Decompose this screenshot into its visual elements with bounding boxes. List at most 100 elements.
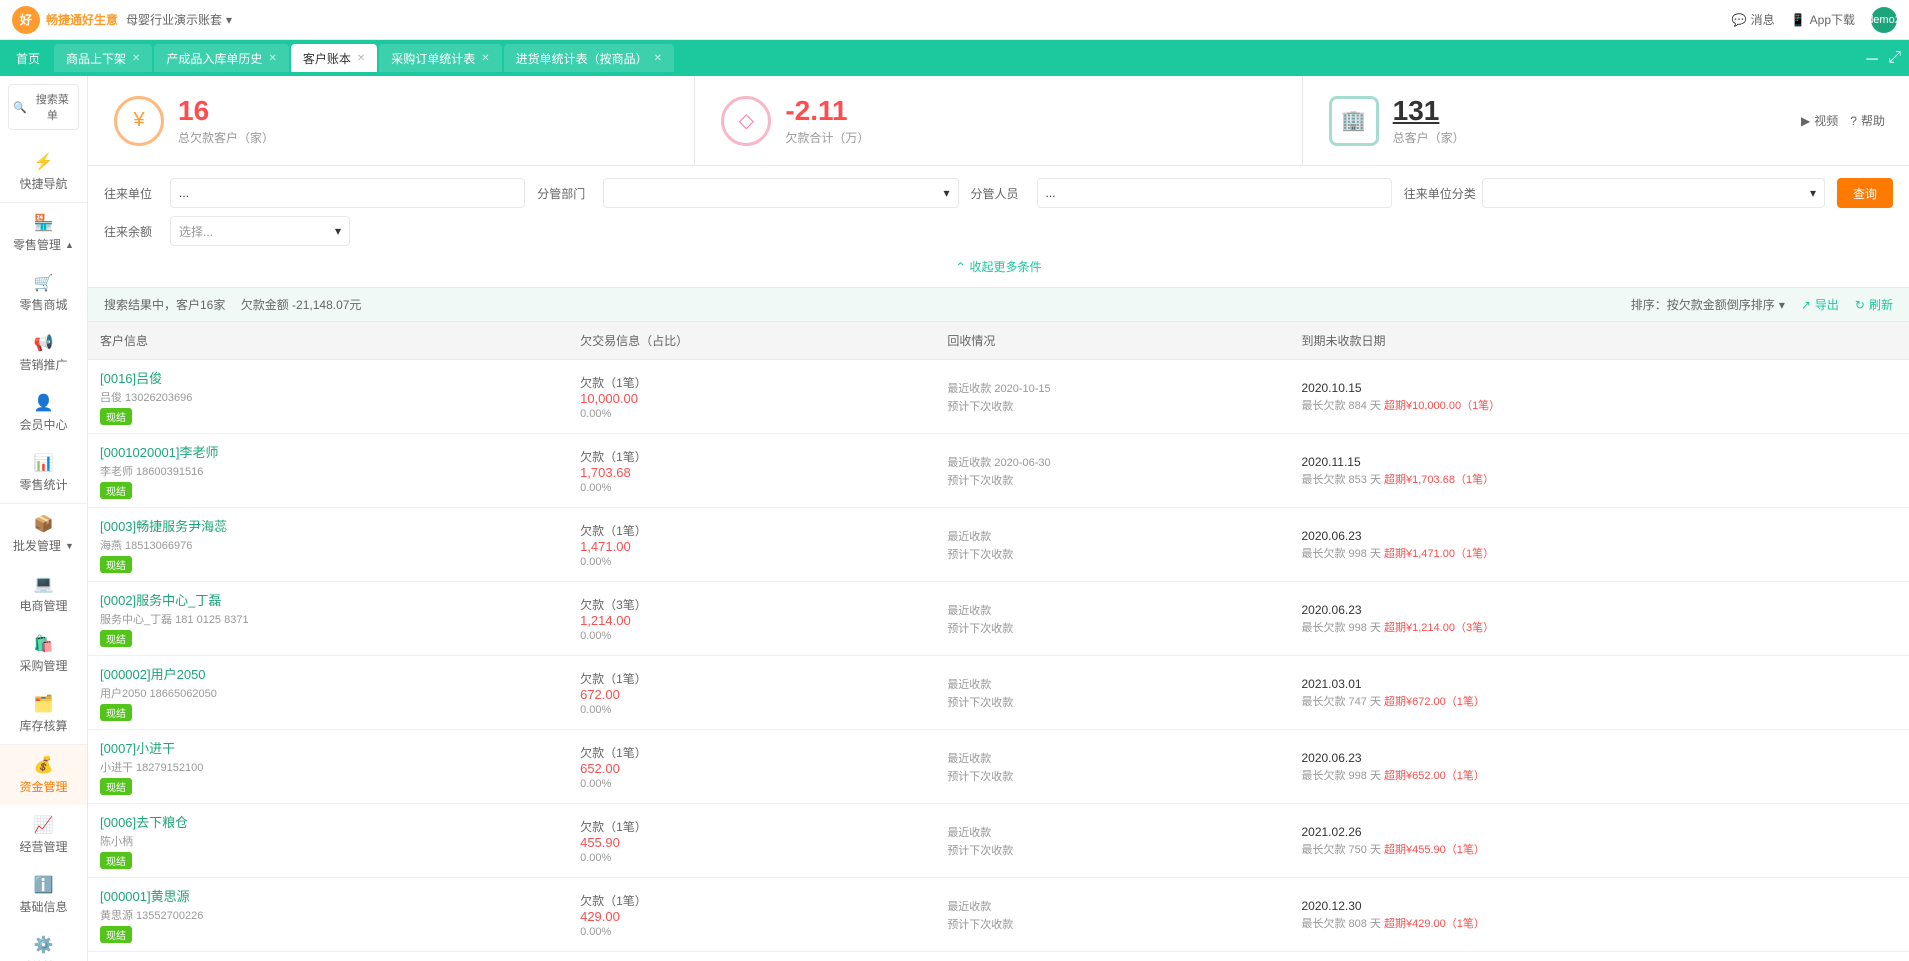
debt-amount-4[interactable]: 672.00 [580, 687, 923, 702]
sidebar-item-finance[interactable]: 💰 资金管理 [0, 745, 87, 805]
logo-text: 畅捷通好生意 [46, 11, 118, 28]
export-icon: ↗ [1801, 298, 1811, 312]
debt-count-3: 欠款（3笔） [580, 596, 923, 613]
sidebar-item-batch-manage[interactable]: 📦 批发管理 ▼ [0, 504, 87, 564]
due-date-cell: 2021.02.26 最长欠款 750 天 超期¥455.90（1笔） [1289, 804, 1909, 878]
tab-product-history[interactable]: 产成品入库单历史 ✕ [154, 44, 288, 72]
refresh-button[interactable]: ↻ 刷新 [1855, 296, 1893, 313]
tab-close-purchase-order[interactable]: ✕ [481, 53, 489, 64]
chevron-batch-icon: ▼ [65, 541, 74, 551]
sidebar-item-operations[interactable]: 📈 经营管理 [0, 805, 87, 865]
message-button[interactable]: 💬 消息 [1732, 11, 1775, 28]
filter-balance: 往来余额 选择... ▾ [104, 216, 1893, 246]
total-customers-number[interactable]: 131 [1393, 95, 1465, 127]
sidebar-item-system[interactable]: ⚙️ 系统管理 [0, 925, 87, 961]
unit-category-select[interactable]: ▾ [1482, 178, 1825, 208]
overdue-link-2[interactable]: 超期¥1,471.00（1笔） [1384, 548, 1494, 560]
sidebar-item-inventory[interactable]: 🗂️ 库存核算 [0, 684, 87, 744]
overdue-link-1[interactable]: 超期¥1,703.68（1笔） [1384, 474, 1494, 486]
due-date-cell: 2020.10.15 最长欠款 884 天 超期¥10,000.00（1笔） [1289, 360, 1909, 434]
overdue-link-5[interactable]: 超期¥652.00（1笔） [1384, 770, 1485, 782]
tab-purchase-stats[interactable]: 进货单统计表（按商品） ✕ [504, 44, 674, 72]
dept-select[interactable]: ▾ [603, 178, 958, 208]
overdue-link-6[interactable]: 超期¥455.90（1笔） [1384, 844, 1485, 856]
customer-name-6[interactable]: [0006]去下粮仓 [100, 812, 556, 831]
customer-contact-3: 服务中心_丁磊 181 0125 8371 [100, 611, 556, 627]
next-collect-3: 预计下次收款 [947, 620, 1277, 636]
tenant-select[interactable]: 母婴行业演示账套 ▾ [126, 11, 232, 28]
debt-amount-1[interactable]: 1,703.68 [580, 465, 923, 480]
debt-customers-number[interactable]: 16 [178, 95, 274, 127]
sidebar-item-retail-stats[interactable]: 📊 零售统计 [0, 443, 87, 503]
customer-info-cell: [0001020001]李老师 李老师 18600391516 现结 [88, 434, 568, 508]
debt-amount-5[interactable]: 652.00 [580, 761, 923, 776]
view-video-button[interactable]: ▶ 视频 [1801, 112, 1838, 129]
inventory-icon: 🗂️ [34, 694, 54, 714]
person-input[interactable]: ... [1037, 178, 1392, 208]
tab-maximize-button[interactable]: ⤢ [1888, 49, 1901, 67]
sidebar-item-retail-store[interactable]: 🛒 零售商城 [0, 263, 87, 323]
sidebar-item-marketing[interactable]: 📢 营销推广 [0, 323, 87, 383]
tab-customer-account[interactable]: 客户账本 ✕ [291, 44, 377, 72]
customer-name-0[interactable]: [0016]吕俊 [100, 368, 556, 387]
export-button[interactable]: ↗ 导出 [1801, 296, 1839, 313]
tab-close-customer-account[interactable]: ✕ [357, 53, 365, 64]
debt-ratio-0: 0.00% [580, 408, 923, 420]
overdue-link-4[interactable]: 超期¥672.00（1笔） [1384, 696, 1485, 708]
recent-collect-7: 最近收款 [947, 898, 1277, 914]
collapse-button[interactable]: ⌃ 收起更多条件 [955, 258, 1041, 275]
customer-name-1[interactable]: [0001020001]李老师 [100, 442, 556, 461]
tab-home[interactable]: 首页 [4, 44, 52, 72]
tab-close-purchase-stats[interactable]: ✕ [654, 53, 662, 64]
chevron-unit-icon: ▾ [1810, 186, 1816, 200]
debt-count-1: 欠款（1笔） [580, 448, 923, 465]
filter-dept: 分管部门 ▾ [537, 178, 958, 208]
tab-bar: 首页 商品上下架 ✕ 产成品入库单历史 ✕ 客户账本 ✕ 采购订单统计表 ✕ 进… [0, 40, 1909, 76]
debt-amount-6[interactable]: 455.90 [580, 835, 923, 850]
tab-close-product-history[interactable]: ✕ [268, 53, 276, 64]
sidebar-item-purchase[interactable]: 🛍️ 采购管理 [0, 624, 87, 684]
source-unit-input[interactable]: ... [170, 178, 525, 208]
user-menu[interactable]: demo2 [1871, 7, 1897, 33]
help-button[interactable]: ? 帮助 [1850, 112, 1885, 129]
sidebar-item-ecommerce[interactable]: 💻 电商管理 [0, 564, 87, 624]
content-area: ¥ 16 总欠款客户（家） ◇ -2.11 欠款合计（万） 🏢 [88, 76, 1909, 961]
app-download-button[interactable]: 📱 App下载 [1791, 11, 1855, 28]
total-customers-info: 131 总客户（家） [1393, 95, 1465, 146]
overdue-days-6: 最长欠款 750 天 超期¥455.90（1笔） [1301, 841, 1897, 857]
tab-close-products-offline[interactable]: ✕ [132, 53, 140, 64]
debt-ratio-2: 0.00% [580, 556, 923, 568]
tab-purchase-order[interactable]: 采购订单统计表 ✕ [379, 44, 501, 72]
recent-collect-3: 最近收款 [947, 602, 1277, 618]
debt-amount-7[interactable]: 429.00 [580, 909, 923, 924]
customer-name-4[interactable]: [000002]用户2050 [100, 664, 556, 683]
sidebar-section-retail: 🏪 零售管理 ▲ 🛒 零售商城 📢 营销推广 👤 会员中心 [0, 203, 87, 504]
customer-name-3[interactable]: [0002]服务中心_丁磊 [100, 590, 556, 609]
customer-info-cell: [0002]服务中心_丁磊 服务中心_丁磊 181 0125 8371 现结 [88, 582, 568, 656]
customer-badge-6: 现结 [100, 852, 132, 869]
customer-name-2[interactable]: [0003]畅捷服务尹海蕊 [100, 516, 556, 535]
tab-products-offline[interactable]: 商品上下架 ✕ [54, 44, 152, 72]
customer-name-5[interactable]: [0007]小进干 [100, 738, 556, 757]
debt-amount-0[interactable]: 10,000.00 [580, 391, 923, 406]
overdue-link-7[interactable]: 超期¥429.00（1笔） [1384, 918, 1485, 930]
due-date-2: 2020.06.23 [1301, 529, 1897, 543]
sidebar-item-retail-manage[interactable]: 🏪 零售管理 ▲ [0, 203, 87, 263]
search-button[interactable]: 查询 [1837, 178, 1893, 208]
sidebar-item-member-center[interactable]: 👤 会员中心 [0, 383, 87, 443]
due-date-cell: 2020.12.30 最长欠款 808 天 超期¥429.00（1笔） [1289, 878, 1909, 952]
customer-name-7[interactable]: [000001]黄思源 [100, 886, 556, 905]
sidebar-item-quick-nav[interactable]: ⚡ 快捷导航 [0, 142, 87, 202]
sidebar-item-basic-info[interactable]: ℹ️ 基础信息 [0, 865, 87, 925]
overdue-link-3[interactable]: 超期¥1,214.00（3笔） [1384, 622, 1494, 634]
tab-collapse-button[interactable]: － [1864, 46, 1880, 70]
overdue-link-0[interactable]: 超期¥10,000.00（1笔） [1384, 400, 1500, 412]
debt-amount-3[interactable]: 1,214.00 [580, 613, 923, 628]
sidebar-search-button[interactable]: 🔍 搜索菜单 [8, 84, 79, 130]
balance-select[interactable]: 选择... ▾ [170, 216, 350, 246]
recover-info-cell: 最近收款 预计下次收款 [935, 730, 1289, 804]
sort-select[interactable]: 排序：按欠款金额倒序排序 ▾ [1631, 296, 1785, 313]
total-debt-number[interactable]: -2.11 [785, 95, 869, 127]
logo-area: 好 畅捷通好生意 [12, 6, 118, 34]
debt-amount-2[interactable]: 1,471.00 [580, 539, 923, 554]
